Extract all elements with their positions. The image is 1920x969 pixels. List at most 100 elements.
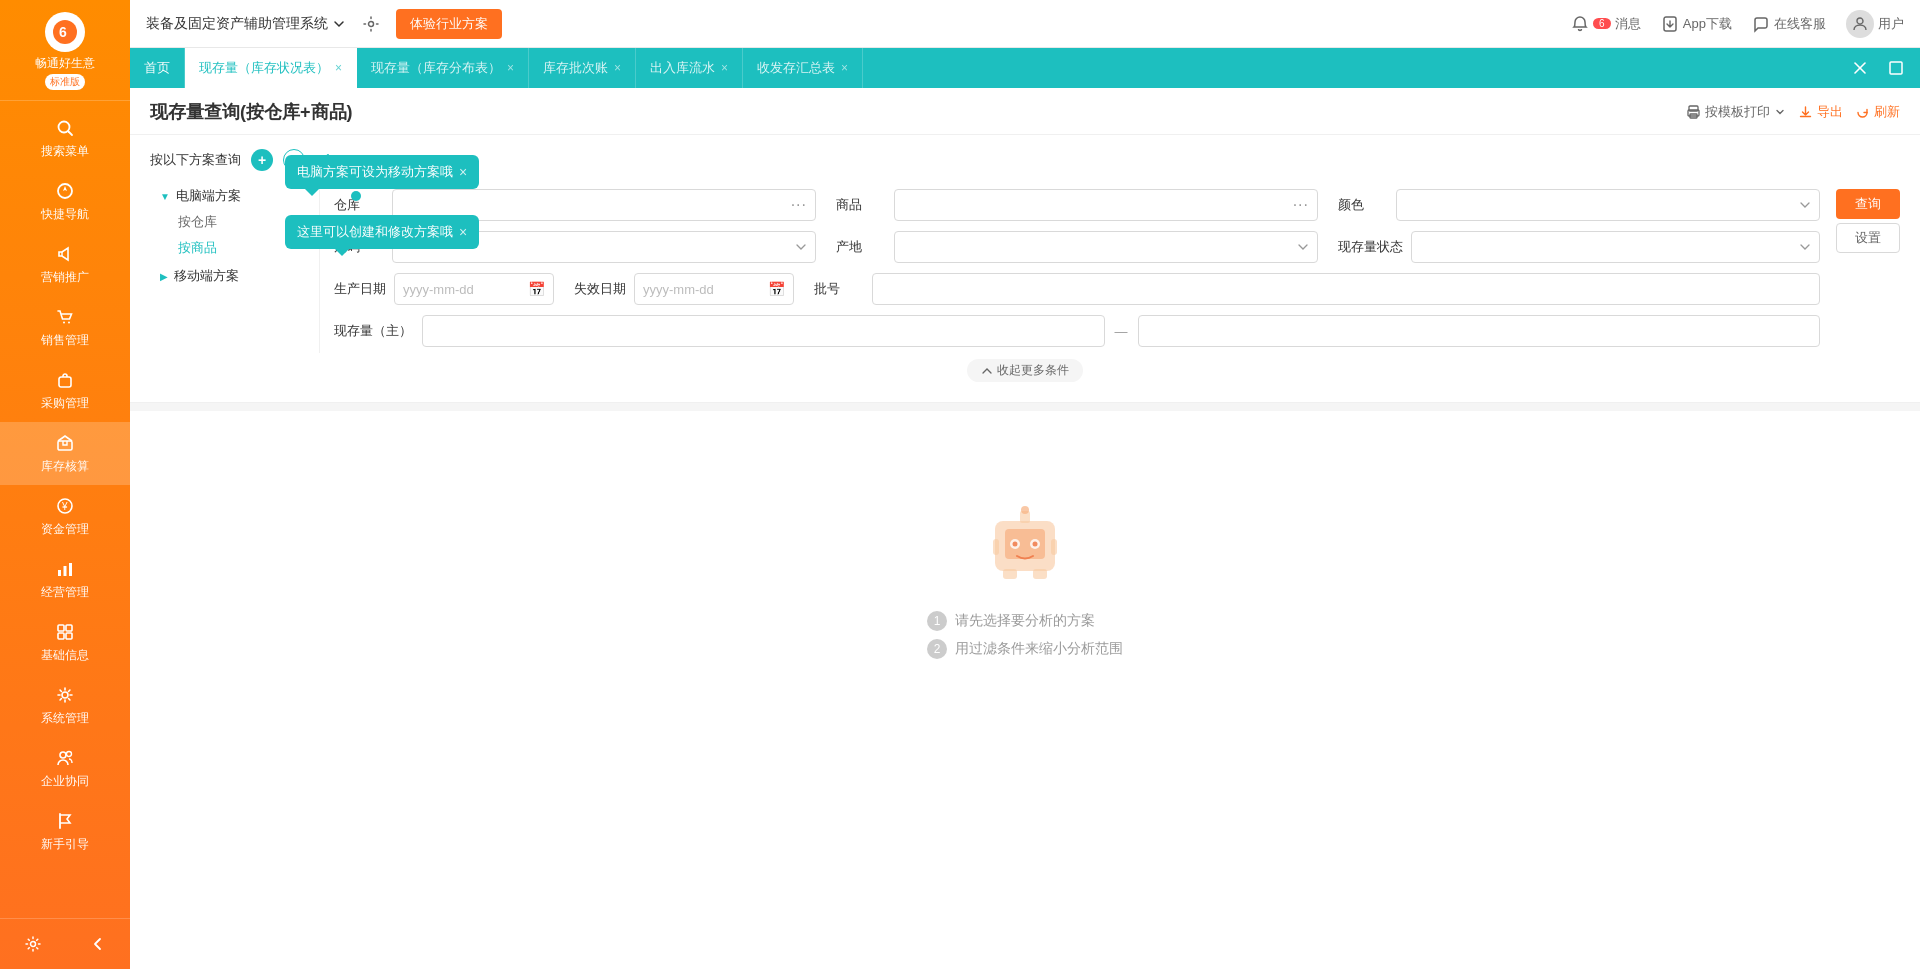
step-2-num: 2 bbox=[927, 639, 947, 659]
origin-select[interactable] bbox=[894, 231, 1318, 263]
edit-scheme-tooltip-close[interactable]: × bbox=[459, 224, 467, 240]
tab-batch-account[interactable]: 库存批次账 × bbox=[529, 48, 636, 88]
goods-select[interactable]: ··· bbox=[894, 189, 1318, 221]
tabs-bar: 首页 现存量（库存状况表） × 现存量（库存分布表） × 库存批次账 × 出入库… bbox=[130, 48, 1920, 88]
sidebar-collapse-btn[interactable] bbox=[83, 929, 113, 959]
stock-qty-to-input[interactable] bbox=[1138, 315, 1821, 347]
scheme-group-pc-label: 电脑端方案 bbox=[176, 187, 241, 205]
sidebar-settings-btn[interactable] bbox=[18, 929, 48, 959]
sidebar-logo: 6 畅通好生意 标准版 bbox=[0, 0, 130, 101]
stock-status-select[interactable] bbox=[1411, 231, 1820, 263]
sidebar-item-label: 系统管理 bbox=[41, 710, 89, 727]
scheme-group-mobile-label: 移动端方案 bbox=[174, 267, 239, 285]
sidebar-item-label: 采购管理 bbox=[41, 395, 89, 412]
tab-close-inventory-dist[interactable]: × bbox=[507, 61, 514, 75]
sidebar-item-label: 销售管理 bbox=[41, 332, 89, 349]
header-settings-btn[interactable] bbox=[356, 9, 386, 39]
tab-io-flow[interactable]: 出入库流水 × bbox=[636, 48, 743, 88]
filter-row-1: 仓库 ··· 商品 ··· bbox=[334, 189, 1820, 221]
add-scheme-tooltip-text: 电脑方案可设为移动方案哦 bbox=[297, 163, 453, 181]
collapse-btn[interactable]: 收起更多条件 bbox=[967, 359, 1083, 382]
expire-date-label: 失效日期 bbox=[574, 280, 626, 298]
export-btn[interactable]: 导出 bbox=[1798, 103, 1843, 121]
notification-btn[interactable]: 6 消息 bbox=[1571, 15, 1641, 33]
svg-rect-40 bbox=[993, 539, 999, 555]
logo-text: 畅通好生意 bbox=[35, 56, 95, 72]
logo-badge: 标准版 bbox=[45, 74, 85, 90]
sidebar-item-sales[interactable]: 销售管理 bbox=[0, 296, 130, 359]
sidebar-item-label: 库存核算 bbox=[41, 458, 89, 475]
sidebar-item-label: 企业协同 bbox=[41, 773, 89, 790]
tabs-close-all-btn[interactable] bbox=[1846, 54, 1874, 82]
search-btn[interactable]: 查询 bbox=[1836, 189, 1900, 219]
color-select[interactable] bbox=[1396, 189, 1820, 221]
megaphone-icon bbox=[54, 243, 76, 265]
batch-input[interactable] bbox=[872, 273, 1820, 305]
tab-home[interactable]: 首页 bbox=[130, 48, 185, 88]
add-scheme-tooltip-close[interactable]: × bbox=[459, 164, 467, 180]
tab-close-inventory-status[interactable]: × bbox=[335, 61, 342, 75]
query-body: ▼ 电脑端方案 按仓库 按商品 ▶ 移动端方案 bbox=[150, 183, 1900, 353]
scheme-group-pc-header[interactable]: ▼ 电脑端方案 bbox=[150, 183, 309, 209]
chevron-down-icon bbox=[1297, 241, 1309, 253]
notification-label: 消息 bbox=[1615, 15, 1641, 33]
tab-collect-summary[interactable]: 收发存汇总表 × bbox=[743, 48, 863, 88]
sidebar-item-inventory[interactable]: 库存核算 bbox=[0, 422, 130, 485]
flag-icon bbox=[54, 810, 76, 832]
sidebar-item-basic[interactable]: 基础信息 bbox=[0, 611, 130, 674]
step-2-text: 用过滤条件来缩小分析范围 bbox=[955, 640, 1123, 658]
svg-point-22 bbox=[30, 942, 35, 947]
sidebar-item-quick-nav[interactable]: 快捷导航 bbox=[0, 170, 130, 233]
tabs-maximize-btn[interactable] bbox=[1882, 54, 1910, 82]
online-support-label: 在线客服 bbox=[1774, 15, 1826, 33]
query-section: 按以下方案查询 + 电脑方案可设为移动方案哦 × 这里可以创建和修改方案哦 × bbox=[130, 135, 1920, 403]
svg-rect-28 bbox=[1890, 62, 1902, 74]
system-title-text: 装备及固定资产辅助管理系统 bbox=[146, 15, 328, 33]
svg-marker-5 bbox=[63, 186, 67, 191]
stock-qty-from-input[interactable] bbox=[422, 315, 1105, 347]
tab-inventory-status[interactable]: 现存量（库存状况表） × bbox=[185, 48, 357, 88]
sidebar-item-finance[interactable]: ¥ 资金管理 bbox=[0, 485, 130, 548]
scheme-group-mobile-header[interactable]: ▶ 移动端方案 bbox=[150, 263, 309, 289]
svg-rect-42 bbox=[1003, 569, 1017, 579]
connector-dot bbox=[351, 191, 361, 201]
username-label: 用户 bbox=[1878, 15, 1904, 33]
search-buttons: 查询 设置 bbox=[1836, 189, 1900, 253]
chevron-right-icon: ▶ bbox=[160, 271, 168, 282]
sidebar-item-cooperation[interactable]: 企业协同 bbox=[0, 737, 130, 800]
sidebar-item-label: 新手引导 bbox=[41, 836, 89, 853]
refresh-btn[interactable]: 刷新 bbox=[1855, 103, 1900, 121]
expire-date-input[interactable]: yyyy-mm-dd 📅 bbox=[634, 273, 794, 305]
empty-state: 1 请先选择要分析的方案 2 用过滤条件来缩小分析范围 bbox=[130, 411, 1920, 747]
system-title-select[interactable]: 装备及固定资产辅助管理系统 bbox=[146, 15, 346, 33]
sidebar-item-search-menu[interactable]: 搜索菜单 bbox=[0, 107, 130, 170]
prod-date-input[interactable]: yyyy-mm-dd 📅 bbox=[394, 273, 554, 305]
online-support-btn[interactable]: 在线客服 bbox=[1752, 15, 1826, 33]
user-menu[interactable]: 用户 bbox=[1846, 10, 1904, 38]
sidebar-item-label: 快捷导航 bbox=[41, 206, 89, 223]
tab-close-io-flow[interactable]: × bbox=[721, 61, 728, 75]
app-download-btn[interactable]: App下载 bbox=[1661, 15, 1732, 33]
sidebar-item-label: 资金管理 bbox=[41, 521, 89, 538]
sidebar-item-operations[interactable]: 经营管理 bbox=[0, 548, 130, 611]
reset-btn[interactable]: 设置 bbox=[1836, 223, 1900, 253]
tab-close-batch-account[interactable]: × bbox=[614, 61, 621, 75]
chevron-down-icon bbox=[1799, 199, 1811, 211]
trial-btn[interactable]: 体验行业方案 bbox=[396, 9, 502, 39]
main-area: 装备及固定资产辅助管理系统 体验行业方案 6 消息 App下载 在线客服 bbox=[130, 0, 1920, 969]
sidebar-item-purchase[interactable]: 采购管理 bbox=[0, 359, 130, 422]
page-content: 现存量查询(按仓库+商品) 按模板打印 导出 刷新 bbox=[130, 88, 1920, 969]
template-print-btn[interactable]: 按模板打印 bbox=[1686, 103, 1786, 121]
calendar-icon: 📅 bbox=[768, 281, 785, 297]
sidebar-item-guide[interactable]: 新手引导 bbox=[0, 800, 130, 863]
svg-rect-15 bbox=[58, 625, 64, 631]
tab-inventory-dist[interactable]: 现存量（库存分布表） × bbox=[357, 48, 529, 88]
add-scheme-btn[interactable]: + bbox=[251, 149, 273, 171]
scheme-group-mobile: ▶ 移动端方案 bbox=[150, 263, 309, 289]
sidebar-item-system[interactable]: 系统管理 bbox=[0, 674, 130, 737]
tab-close-collect-summary[interactable]: × bbox=[841, 61, 848, 75]
svg-rect-12 bbox=[58, 570, 61, 576]
empty-step-2: 2 用过滤条件来缩小分析范围 bbox=[927, 639, 1123, 659]
sidebar-item-marketing[interactable]: 营销推广 bbox=[0, 233, 130, 296]
sidebar-item-label: 搜索菜单 bbox=[41, 143, 89, 160]
